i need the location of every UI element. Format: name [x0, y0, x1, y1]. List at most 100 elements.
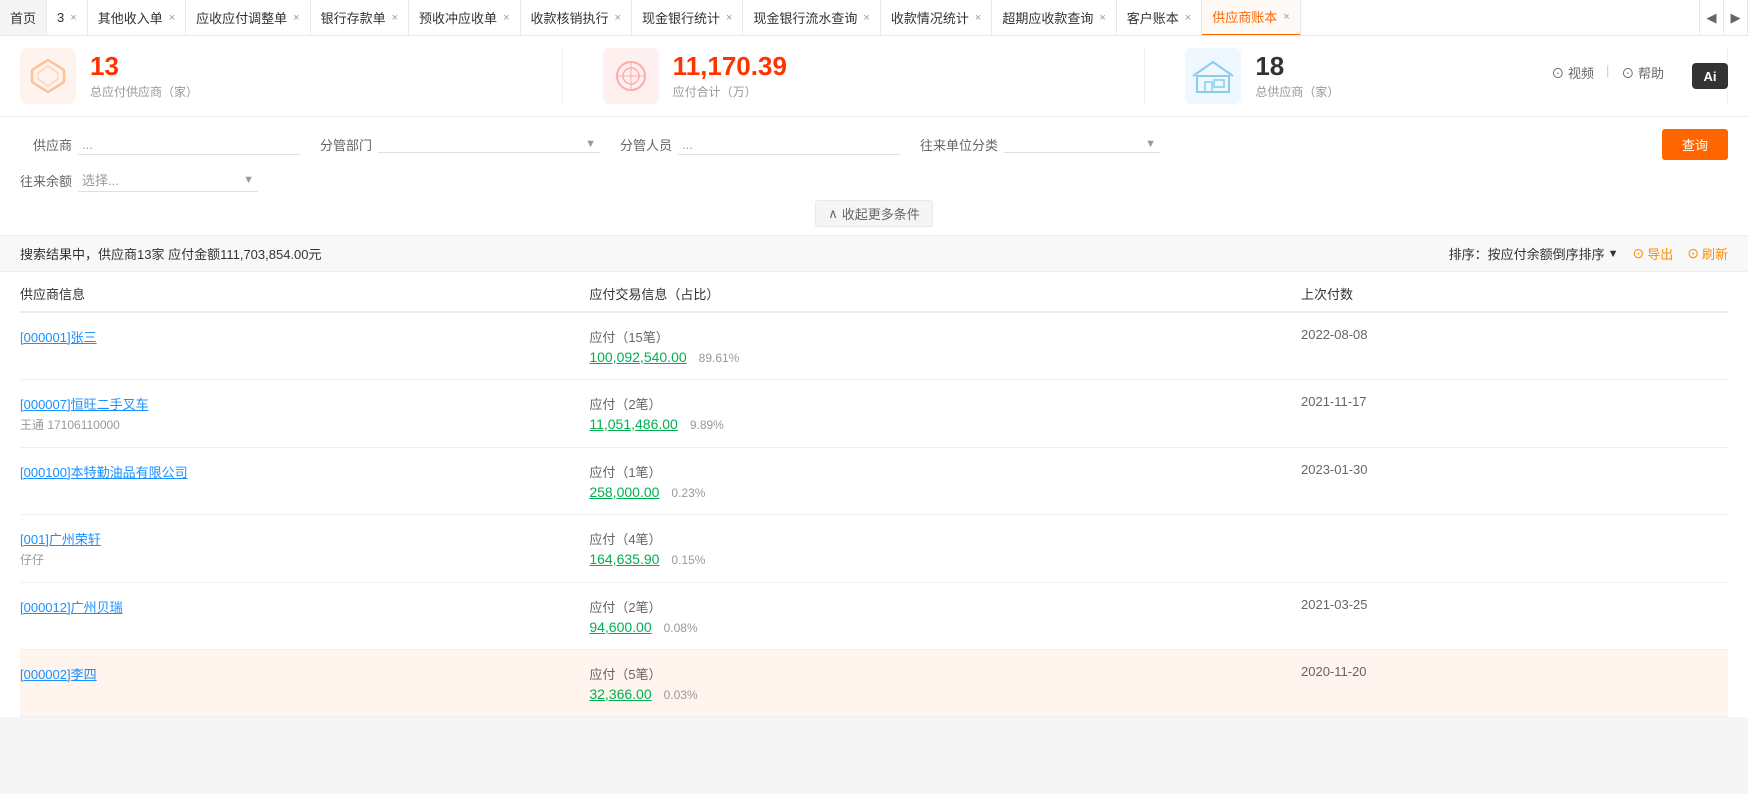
table-row: [000002]李四 应付（5笔） 32,366.00 0.03% 2020-1…: [20, 650, 1728, 717]
supplier-link[interactable]: [000012]广州贝瑞: [20, 600, 123, 615]
nav-tab-ar-ap-adjust[interactable]: 应收应付调整单 ×: [186, 0, 310, 36]
tx-percent: 0.08%: [664, 621, 698, 635]
tx-label: 应付（15笔）: [589, 327, 1301, 346]
refresh-label: 刷新: [1702, 244, 1728, 263]
balance-select[interactable]: 选择... ▼: [78, 168, 258, 192]
person-input[interactable]: [693, 137, 896, 152]
nav-tab-3[interactable]: 3 ×: [47, 0, 88, 36]
stat-card-payable-suppliers: 13 总应付供应商（家）: [20, 48, 563, 104]
supplier-link[interactable]: [000100]本特勤油品有限公司: [20, 465, 188, 480]
nav-tab-supplier-ledger[interactable]: 供应商账本 ×: [1202, 0, 1300, 36]
tx-amount[interactable]: 94,600.00: [589, 619, 651, 635]
collapse-label: 收起更多条件: [842, 204, 920, 223]
nav-tab-customer-ledger-label: 客户账本: [1127, 8, 1179, 27]
table-row: [000100]本特勤油品有限公司 应付（1笔） 258,000.00 0.23…: [20, 448, 1728, 515]
category-filter-label: 往来单位分类: [920, 135, 998, 154]
nav-tab-ar-ap-adjust-label: 应收应付调整单: [196, 8, 287, 27]
last-pay-date: 2021-03-25: [1301, 597, 1368, 612]
stat-icon-grain: [603, 48, 659, 104]
col-header-supplier: 供应商信息: [20, 284, 589, 303]
supplier-link[interactable]: [000007]恒旺二手叉车: [20, 397, 149, 412]
nav-tab-bank-deposit-close[interactable]: ×: [392, 12, 398, 24]
transaction-cell: 应付（5笔） 32,366.00 0.03%: [589, 664, 1301, 702]
nav-tab-cash-bank-stat-label: 现金银行统计: [642, 8, 720, 27]
nav-tab-3-label: 3: [57, 10, 64, 25]
last-pay-cell: 2023-01-30: [1301, 462, 1728, 477]
person-filter-label: 分管人员: [620, 135, 672, 154]
nav-tab-prepay-ar-close[interactable]: ×: [503, 12, 509, 24]
supplier-link[interactable]: [000002]李四: [20, 667, 97, 682]
table-row: [000012]广州贝瑞 应付（2笔） 94,600.00 0.08% 2021…: [20, 583, 1728, 650]
nav-tab-prepay-ar[interactable]: 预收冲应收单 ×: [409, 0, 520, 36]
nav-tab-receipt-stat-close[interactable]: ×: [975, 12, 981, 24]
nav-tab-receipt-verify-close[interactable]: ×: [615, 12, 621, 24]
tx-amount-row: 258,000.00 0.23%: [589, 481, 1301, 500]
export-label: 导出: [1647, 244, 1673, 263]
balance-placeholder: 选择...: [82, 170, 119, 189]
nav-tab-other-income-close[interactable]: ×: [169, 12, 175, 24]
person-input-placeholder: ...: [682, 137, 693, 152]
tx-amount[interactable]: 32,366.00: [589, 686, 651, 702]
tx-label: 应付（5笔）: [589, 664, 1301, 683]
video-link[interactable]: ⊙ 视频: [1551, 63, 1594, 89]
nav-tab-3-close[interactable]: ×: [70, 12, 76, 24]
nav-next-arrow[interactable]: ▶: [1724, 0, 1748, 36]
nav-tab-supplier-ledger-close[interactable]: ×: [1283, 11, 1289, 23]
tx-percent: 9.89%: [690, 418, 724, 432]
nav-tab-overdue-ar-close[interactable]: ×: [1099, 12, 1105, 24]
category-select[interactable]: ▼: [1004, 136, 1160, 153]
tx-amount[interactable]: 164,635.90: [589, 551, 659, 567]
supplier-input[interactable]: [93, 137, 296, 152]
nav-tab-receipt-verify[interactable]: 收款核销执行 ×: [521, 0, 632, 36]
search-button[interactable]: 查询: [1662, 129, 1728, 160]
refresh-button[interactable]: ⊙ 刷新: [1687, 244, 1728, 263]
tx-amount-row: 100,092,540.00 89.61%: [589, 346, 1301, 365]
ai-button[interactable]: Ai: [1692, 63, 1728, 89]
tx-amount-row: 11,051,486.00 9.89%: [589, 413, 1301, 432]
export-button[interactable]: ⊙ 导出: [1633, 244, 1674, 263]
stat-info-payable-amount: 11,170.39 应付合计（万）: [673, 52, 787, 100]
results-summary-text: 搜索结果中，供应商13家 应付金额111,703,854.00元: [20, 247, 322, 262]
nav-tab-home[interactable]: 首页: [0, 0, 47, 36]
collapse-button[interactable]: ∧ 收起更多条件: [815, 200, 933, 227]
help-link[interactable]: ⊙ 帮助: [1621, 63, 1664, 89]
tx-label: 应付（4笔）: [589, 529, 1301, 548]
filter-bar: 供应商 ... 分管部门 ▼ 分管人员 ... 往来单位分类: [0, 117, 1748, 236]
nav-tab-cash-bank-flow-close[interactable]: ×: [863, 12, 869, 24]
nav-tab-cash-bank-stat[interactable]: 现金银行统计 ×: [632, 0, 743, 36]
dept-chevron-icon: ▼: [585, 138, 596, 150]
tx-amount[interactable]: 258,000.00: [589, 484, 659, 500]
nav-tab-bank-deposit[interactable]: 银行存款单 ×: [311, 0, 409, 36]
results-bar: 搜索结果中，供应商13家 应付金额111,703,854.00元 排序：按应付余…: [0, 236, 1748, 272]
last-pay-cell: 2021-11-17: [1301, 394, 1728, 409]
nav-tab-supplier-ledger-label: 供应商账本: [1212, 7, 1277, 26]
nav-tab-customer-ledger-close[interactable]: ×: [1185, 12, 1191, 24]
tx-amount[interactable]: 11,051,486.00: [589, 416, 678, 432]
supplier-info-cell: [001]广州荣轩 仔仔: [20, 529, 589, 568]
nav-tab-ar-ap-adjust-close[interactable]: ×: [293, 12, 299, 24]
transaction-cell: 应付（2笔） 94,600.00 0.08%: [589, 597, 1301, 635]
nav-prev-arrow[interactable]: ◀: [1700, 0, 1724, 36]
sort-button[interactable]: 排序：按应付余额倒序排序 ▼: [1449, 244, 1619, 263]
nav-tab-cash-bank-flow[interactable]: 现金银行流水查询 ×: [743, 0, 880, 36]
supplier-link[interactable]: [000001]张三: [20, 330, 97, 345]
nav-tab-customer-ledger[interactable]: 客户账本 ×: [1117, 0, 1202, 36]
stat-icon-diamond: [20, 48, 76, 104]
top-nav: 首页 3 × 其他收入单 × 应收应付调整单 × 银行存款单 × 预收冲应收单 …: [0, 0, 1748, 36]
results-info: 搜索结果中，供应商13家 应付金额111,703,854.00元: [20, 244, 322, 263]
nav-tab-overdue-ar[interactable]: 超期应收款查询 ×: [992, 0, 1116, 36]
supplier-link[interactable]: [001]广州荣轩: [20, 532, 101, 547]
stat-label-payable-amount: 应付合计（万）: [673, 83, 787, 100]
nav-tab-other-income[interactable]: 其他收入单 ×: [88, 0, 186, 36]
collapse-up-icon: ∧: [828, 206, 838, 222]
refresh-icon: ⊙: [1687, 245, 1699, 262]
col-header-last-pay: 上次付数: [1301, 284, 1728, 303]
tx-amount[interactable]: 100,092,540.00: [589, 349, 686, 365]
tx-label: 应付（2笔）: [589, 597, 1301, 616]
nav-tab-receipt-stat[interactable]: 收款情况统计 ×: [881, 0, 992, 36]
nav-tab-cash-bank-stat-close[interactable]: ×: [726, 12, 732, 24]
transaction-cell: 应付（2笔） 11,051,486.00 9.89%: [589, 394, 1301, 432]
dept-select[interactable]: ▼: [378, 136, 600, 153]
col-header-transaction: 应付交易信息（占比）: [589, 284, 1301, 303]
balance-filter-label: 往来余额: [20, 171, 72, 190]
